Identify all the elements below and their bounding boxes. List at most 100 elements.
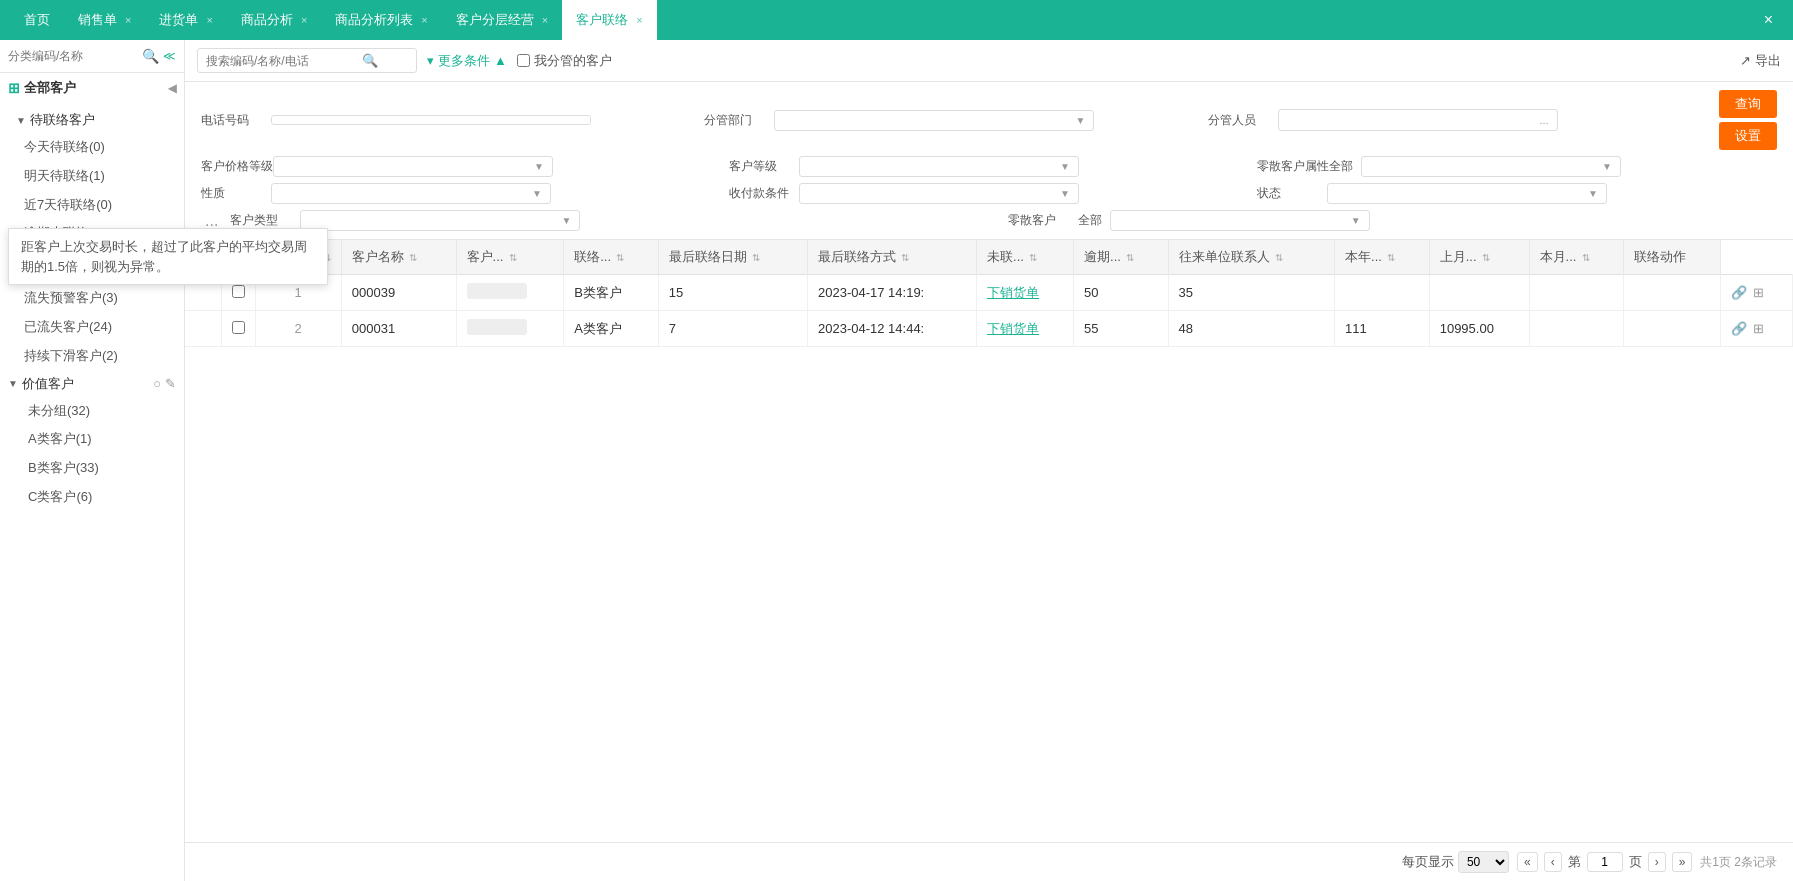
content-area: 🔍 ▾ 更多条件 ▲ 我分管的客户 ↗ 导出 电话号码 <box>185 40 1793 881</box>
filter-customer-level-select[interactable]: ▼ <box>799 156 1079 177</box>
th-contact-count[interactable]: 联络... ⇅ <box>564 240 659 275</box>
grid-action-icon-1[interactable]: ⊞ <box>1753 285 1764 300</box>
sidebar-group-pending-title[interactable]: ▼ 待联络客户 <box>0 107 184 133</box>
arrow-down-icon: ▼ <box>1351 215 1361 226</box>
page-nav: « ‹ 第 页 › » <box>1517 852 1692 872</box>
prev-page-button[interactable]: ‹ <box>1544 852 1562 872</box>
last-page-button[interactable]: » <box>1672 852 1693 872</box>
first-page-button[interactable]: « <box>1517 852 1538 872</box>
sidebar-item-7days[interactable]: 近7天待联络(0) <box>0 191 184 220</box>
sidebar-item-class-a[interactable]: A类客户(1) <box>0 425 184 454</box>
th-last-month[interactable]: 上月... ⇅ <box>1429 240 1529 275</box>
filter-phone-input[interactable] <box>271 115 591 125</box>
table-header-row: ⚙ 客户编码 ⇅ 客户名称 ⇅ 客户... ⇅ <box>185 240 1793 275</box>
more-conditions-button[interactable]: ▾ 更多条件 ▲ <box>427 52 507 70</box>
th-contact-person[interactable]: 往来单位联系人 ⇅ <box>1168 240 1335 275</box>
td-code-1[interactable]: 000039 <box>341 275 456 311</box>
td-code-2[interactable]: 000031 <box>341 311 456 347</box>
more-conditions-dot[interactable]: ... <box>201 212 222 230</box>
nav-sales[interactable]: 销售单 × <box>64 0 145 40</box>
nav-close-customer-contact[interactable]: × <box>636 0 642 40</box>
th-customer-level[interactable]: 客户... ⇅ <box>456 240 564 275</box>
filter-retail-attr-select[interactable]: ▼ <box>1361 156 1621 177</box>
nav-home[interactable]: 首页 <box>10 0 64 40</box>
nav-customer-contact[interactable]: 客户联络 × <box>562 0 656 40</box>
td-name-1[interactable] <box>456 275 564 311</box>
grid-action-icon-2[interactable]: ⊞ <box>1753 321 1764 336</box>
circle-icon[interactable]: ○ <box>153 376 161 391</box>
sidebar-search-input[interactable] <box>8 49 138 63</box>
sidebar-value-customer-group[interactable]: ▼ 价值客户 ○ ✎ <box>0 371 184 397</box>
td-level-1: B类客户 <box>564 275 659 311</box>
sidebar-item-lost[interactable]: 已流失客户(24) <box>0 313 184 342</box>
link-icon-1[interactable]: 🔗 <box>1731 285 1747 300</box>
nav-product-analysis-list[interactable]: 商品分析列表 × <box>321 0 441 40</box>
main-search-icon[interactable]: 🔍 <box>362 53 378 68</box>
filter-retail-customers-select[interactable]: ▼ <box>1110 210 1370 231</box>
th-last-contact-date[interactable]: 最后联络日期 ⇅ <box>658 240 807 275</box>
arrow-down-icon: ▼ <box>1588 188 1598 199</box>
my-customers-checkbox[interactable]: 我分管的客户 <box>517 52 612 70</box>
sidebar-item-class-c[interactable]: C类客户(6) <box>0 483 184 512</box>
filter-status-select[interactable]: ▼ <box>1327 183 1607 204</box>
th-overdue[interactable]: 逾期... ⇅ <box>1074 240 1169 275</box>
main-layout: 🔍 ≪ ⊞ 全部客户 ◀ ▼ 待联络客户 今天待联络(0) 明天待联络(1) 近… <box>0 40 1793 881</box>
nav-product-analysis[interactable]: 商品分析 × <box>227 0 321 40</box>
arrow-down-icon: ▼ <box>1060 161 1070 172</box>
th-this-month[interactable]: 本月... ⇅ <box>1529 240 1624 275</box>
td-overdue-1: 35 <box>1168 275 1335 311</box>
arrow-down-icon: ▼ <box>534 161 544 172</box>
sidebar-item-class-b[interactable]: B类客户(33) <box>0 454 184 483</box>
sidebar-item-tomorrow[interactable]: 明天待联络(1) <box>0 162 184 191</box>
export-button[interactable]: ↗ 导出 <box>1740 52 1781 70</box>
td-action-2: 🔗 ⊞ <box>1721 311 1793 347</box>
query-button[interactable]: 查询 <box>1719 90 1777 118</box>
sidebar-item-declining[interactable]: 持续下滑客户(2) <box>0 342 184 371</box>
nav-close-customer-layered[interactable]: × <box>542 0 548 40</box>
th-unlocked[interactable]: 未联... ⇅ <box>977 240 1074 275</box>
td-last-contact-method-1[interactable]: 下销货单 <box>977 275 1074 311</box>
window-close-button[interactable]: × <box>1754 11 1783 29</box>
filter-icon: ▾ <box>427 53 434 68</box>
sidebar-search-icon[interactable]: 🔍 <box>142 48 159 64</box>
filter-customer-type-select[interactable]: ▼ <box>300 210 580 231</box>
nav-close-product-analysis[interactable]: × <box>301 0 307 40</box>
sidebar-item-today[interactable]: 今天待联络(0) <box>0 133 184 162</box>
sidebar-collapse-button[interactable]: ≪ <box>163 49 176 63</box>
table-row: 1 000039 B类客户 15 <box>185 275 1793 311</box>
row-checkbox-1[interactable] <box>232 285 245 298</box>
filter-price-level-select[interactable]: ▼ <box>273 156 553 177</box>
sidebar-item-lost-warning[interactable]: 流失预警客户(3) <box>0 284 184 313</box>
edit-icon[interactable]: ✎ <box>165 376 176 391</box>
th-name[interactable]: 客户名称 ⇅ <box>341 240 456 275</box>
th-last-contact-method[interactable]: 最后联络方式 ⇅ <box>807 240 976 275</box>
td-checkbox-2[interactable] <box>221 311 255 347</box>
page-number-input[interactable] <box>1587 852 1623 872</box>
td-last-contact-method-2[interactable]: 下销货单 <box>977 311 1074 347</box>
filter-retail-customers: 零散客户 全部 ▼ <box>1008 210 1777 231</box>
nav-customer-layered[interactable]: 客户分层经营 × <box>442 0 562 40</box>
filter-payment-select[interactable]: ▼ <box>799 183 1079 204</box>
nav-close-purchase[interactable]: × <box>206 0 212 40</box>
filter-manager-select[interactable]: ... <box>1278 109 1558 131</box>
td-last-contact-date-1: 2023-04-17 14:19: <box>807 275 976 311</box>
my-customers-checkbox-input[interactable] <box>517 54 530 67</box>
filter-dept-select[interactable]: ▼ <box>774 110 1094 131</box>
main-search-input[interactable] <box>206 54 356 68</box>
settings-button[interactable]: 设置 <box>1719 122 1777 150</box>
td-name-2[interactable] <box>456 311 564 347</box>
th-this-year[interactable]: 本年... ⇅ <box>1335 240 1430 275</box>
nav-close-sales[interactable]: × <box>125 0 131 40</box>
nav-purchase[interactable]: 进货单 × <box>145 0 226 40</box>
edit-icons: ○ ✎ <box>153 376 176 391</box>
next-page-button[interactable]: › <box>1648 852 1666 872</box>
per-page-dropdown[interactable]: 50 20 100 <box>1458 851 1509 873</box>
link-icon-2[interactable]: 🔗 <box>1731 321 1747 336</box>
sidebar-all-customers[interactable]: ⊞ 全部客户 ◀ <box>0 73 184 103</box>
sidebar-item-unclassified[interactable]: 未分组(32) <box>0 397 184 426</box>
nav-close-product-analysis-list[interactable]: × <box>421 0 427 40</box>
arrow-down-icon: ▼ <box>532 188 542 199</box>
arrow-icon: ▼ <box>16 115 26 126</box>
row-checkbox-2[interactable] <box>232 321 245 334</box>
filter-gender-select[interactable]: ▼ <box>271 183 551 204</box>
